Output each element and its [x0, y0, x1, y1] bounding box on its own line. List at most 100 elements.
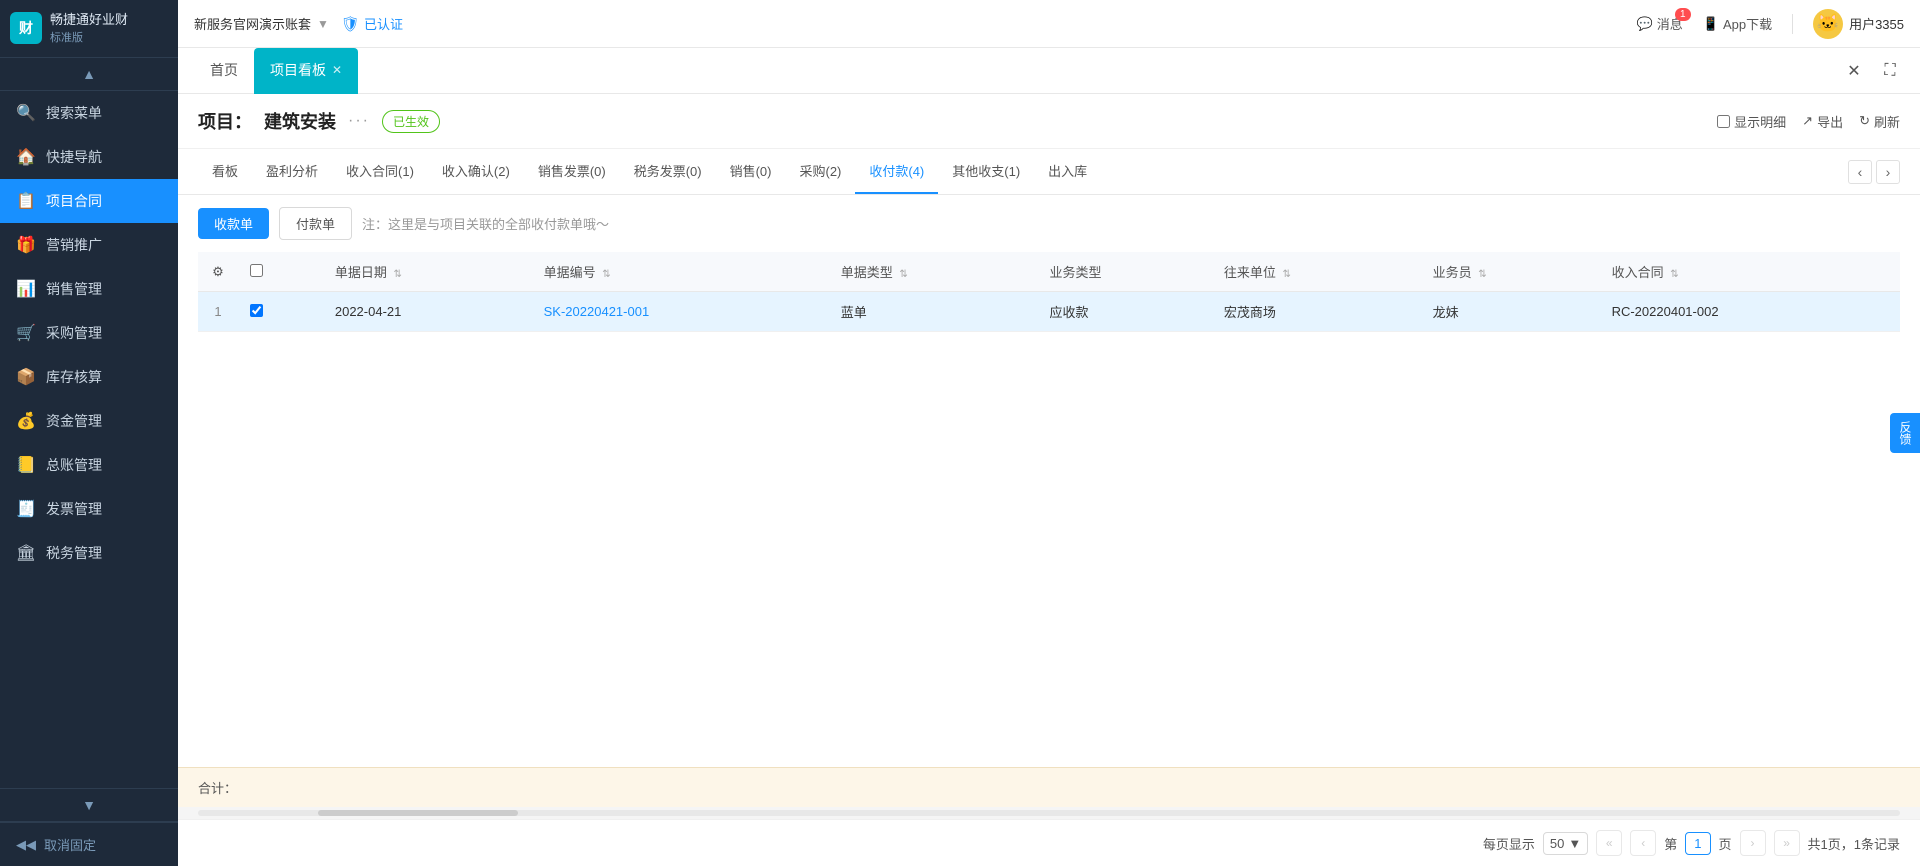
- row-select-checkbox[interactable]: [250, 304, 263, 317]
- sub-nav-income-contract-label: 收入合同(1): [346, 164, 414, 179]
- prev-page-button[interactable]: ‹: [1630, 830, 1656, 856]
- tab-home-label: 首页: [210, 60, 238, 80]
- sidebar-item-tax[interactable]: 🏛 税务管理: [0, 531, 178, 575]
- tab-home[interactable]: 首页: [194, 48, 254, 94]
- topbar-app-download[interactable]: 📱 App下载: [1703, 14, 1772, 33]
- project-header-right: 显示明细 ↗ 导出 ↻ 刷新: [1717, 112, 1900, 131]
- sub-nav-income-contract[interactable]: 收入合同(1): [332, 149, 428, 194]
- main-area: 新服务官网演示账套 ▼ 🛡 已认证 💬 消息 1 📱 App下载 🐱 用户335…: [178, 0, 1920, 866]
- project-more-icon[interactable]: ···: [348, 112, 370, 130]
- th-partner[interactable]: 往来单位 ⇅: [1212, 252, 1421, 292]
- msg-badge: 1: [1675, 8, 1691, 21]
- sort-icon: ⇅: [1282, 269, 1290, 280]
- show-detail-label: 显示明细: [1734, 112, 1786, 131]
- topbar-project-selector[interactable]: 新服务官网演示账套 ▼: [194, 14, 329, 33]
- home-icon: 🏠: [16, 147, 36, 167]
- receipt-btn[interactable]: 收款单: [198, 208, 269, 239]
- th-date[interactable]: 单据日期 ⇅: [323, 252, 532, 292]
- table-row: 1 2022-04-21 SK-20220421-001 蓝单 应收款 宏茂商场…: [198, 292, 1900, 332]
- next-page-button[interactable]: ›: [1740, 830, 1766, 856]
- row-type: 蓝单: [829, 292, 1038, 332]
- sidebar-item-finance[interactable]: 💰 资金管理: [0, 399, 178, 443]
- maximize-window-button[interactable]: ⛶: [1876, 57, 1904, 85]
- sub-nav-kanban[interactable]: 看板: [198, 149, 252, 194]
- money-icon: 💰: [16, 411, 36, 431]
- th-settings[interactable]: ⚙: [198, 252, 238, 292]
- sub-nav-tax-invoice[interactable]: 税务发票(0): [620, 149, 716, 194]
- sidebar-item-ledger-label: 总账管理: [46, 455, 102, 475]
- sidebar-item-shortcut-label: 快捷导航: [46, 147, 102, 167]
- sub-nav-sales-label: 销售(0): [730, 164, 772, 179]
- sidebar-item-invoice[interactable]: 🧾 发票管理: [0, 487, 178, 531]
- sub-nav-sales[interactable]: 销售(0): [716, 149, 786, 194]
- sidebar-unpin[interactable]: ◀◀ 取消固定: [0, 822, 178, 866]
- sub-nav-prev[interactable]: ‹: [1848, 160, 1872, 184]
- show-detail-input[interactable]: [1717, 115, 1730, 128]
- th-number[interactable]: 单据编号 ⇅: [532, 252, 829, 292]
- th-type[interactable]: 单据类型 ⇅: [829, 252, 1038, 292]
- contract-icon: 📋: [16, 191, 36, 211]
- th-salesman[interactable]: 业务员 ⇅: [1421, 252, 1600, 292]
- show-detail-checkbox[interactable]: 显示明细: [1717, 112, 1786, 131]
- table-container: ⚙ 单据日期 ⇅ 单据编号 ⇅: [178, 252, 1920, 767]
- sub-nav-purchase-label: 采购(2): [799, 164, 841, 179]
- sort-icon: ⇅: [394, 269, 402, 280]
- topbar-messages[interactable]: 💬 消息 1: [1637, 14, 1683, 33]
- row-number-link[interactable]: SK-20220421-001: [544, 304, 650, 319]
- current-page[interactable]: 1: [1685, 832, 1710, 855]
- sidebar-item-contract[interactable]: 📋 项目合同: [0, 179, 178, 223]
- select-all-checkbox[interactable]: [250, 264, 263, 277]
- sidebar-item-purchase-label: 采购管理: [46, 323, 102, 343]
- sidebar-item-marketing[interactable]: 🎁 营销推广: [0, 223, 178, 267]
- sidebar-item-sales[interactable]: 📊 销售管理: [0, 267, 178, 311]
- th-type-label: 单据类型: [841, 265, 893, 280]
- sidebar-item-ledger[interactable]: 📒 总账管理: [0, 443, 178, 487]
- per-page-select[interactable]: 50 ▼: [1543, 832, 1588, 855]
- page-content: 项目： 建筑安装 ··· 已生效 显示明细 ↗ 导出 ↻ 刷新: [178, 94, 1920, 866]
- sidebar-item-shortcut[interactable]: 🏠 快捷导航: [0, 135, 178, 179]
- sub-nav-profit[interactable]: 盈利分析: [252, 149, 332, 194]
- summary-label: 合计：: [198, 778, 237, 797]
- sub-nav-next[interactable]: ›: [1876, 160, 1900, 184]
- next-page-icon: ›: [1751, 836, 1755, 850]
- payment-btn[interactable]: 付款单: [279, 207, 352, 240]
- sort-icon: ⇅: [1670, 269, 1678, 280]
- th-partner-label: 往来单位: [1224, 265, 1276, 280]
- last-page-button[interactable]: »: [1774, 830, 1800, 856]
- sidebar-scroll-down[interactable]: ▼: [77, 793, 101, 817]
- sub-nav-purchase[interactable]: 采购(2): [785, 149, 855, 194]
- scrollbar-thumb[interactable]: [318, 810, 518, 816]
- sidebar-item-purchase[interactable]: 🛒 采购管理: [0, 311, 178, 355]
- sub-nav-warehouse[interactable]: 出入库: [1034, 149, 1101, 194]
- app-label: App下载: [1723, 14, 1772, 33]
- sidebar-item-inventory[interactable]: 📦 库存核算: [0, 355, 178, 399]
- sidebar-scroll-up[interactable]: ▲: [77, 62, 101, 86]
- th-biz-type: 业务类型: [1038, 252, 1212, 292]
- sub-nav-income-confirm[interactable]: 收入确认(2): [428, 149, 524, 194]
- tab-kanban[interactable]: 项目看板 ✕: [254, 48, 358, 94]
- sidebar-subtitle: 标准版: [50, 29, 128, 45]
- close-window-button[interactable]: ✕: [1840, 57, 1868, 85]
- box-icon: 📦: [16, 367, 36, 387]
- page-suffix: 页: [1719, 834, 1732, 853]
- th-income-contract[interactable]: 收入合同 ⇅: [1600, 252, 1900, 292]
- th-salesman-label: 业务员: [1433, 265, 1472, 280]
- phone-icon: 📱: [1703, 16, 1719, 32]
- sub-nav-receipt[interactable]: 收付款(4): [855, 149, 938, 194]
- row-salesman: 龙妹: [1421, 292, 1600, 332]
- topbar-user[interactable]: 🐱 用户3355: [1813, 9, 1904, 39]
- sidebar-item-search[interactable]: 🔍 搜索菜单: [0, 91, 178, 135]
- sub-nav-other-expense[interactable]: 其他收支(1): [938, 149, 1034, 194]
- sort-icon: ⇅: [899, 269, 907, 280]
- tab-close-icon[interactable]: ✕: [332, 63, 342, 77]
- sub-nav-sales-invoice[interactable]: 销售发票(0): [524, 149, 620, 194]
- topbar-right: 💬 消息 1 📱 App下载 🐱 用户3355: [1637, 9, 1904, 39]
- sidebar-item-sales-label: 销售管理: [46, 279, 102, 299]
- per-page-chevron-icon: ▼: [1568, 836, 1581, 851]
- feedback-button[interactable]: 反馈: [1890, 413, 1920, 453]
- first-page-button[interactable]: «: [1596, 830, 1622, 856]
- export-button[interactable]: ↗ 导出: [1802, 112, 1843, 131]
- scrollbar-track[interactable]: [198, 810, 1900, 816]
- refresh-button[interactable]: ↻ 刷新: [1859, 112, 1900, 131]
- shield-icon: 🛡: [341, 15, 360, 33]
